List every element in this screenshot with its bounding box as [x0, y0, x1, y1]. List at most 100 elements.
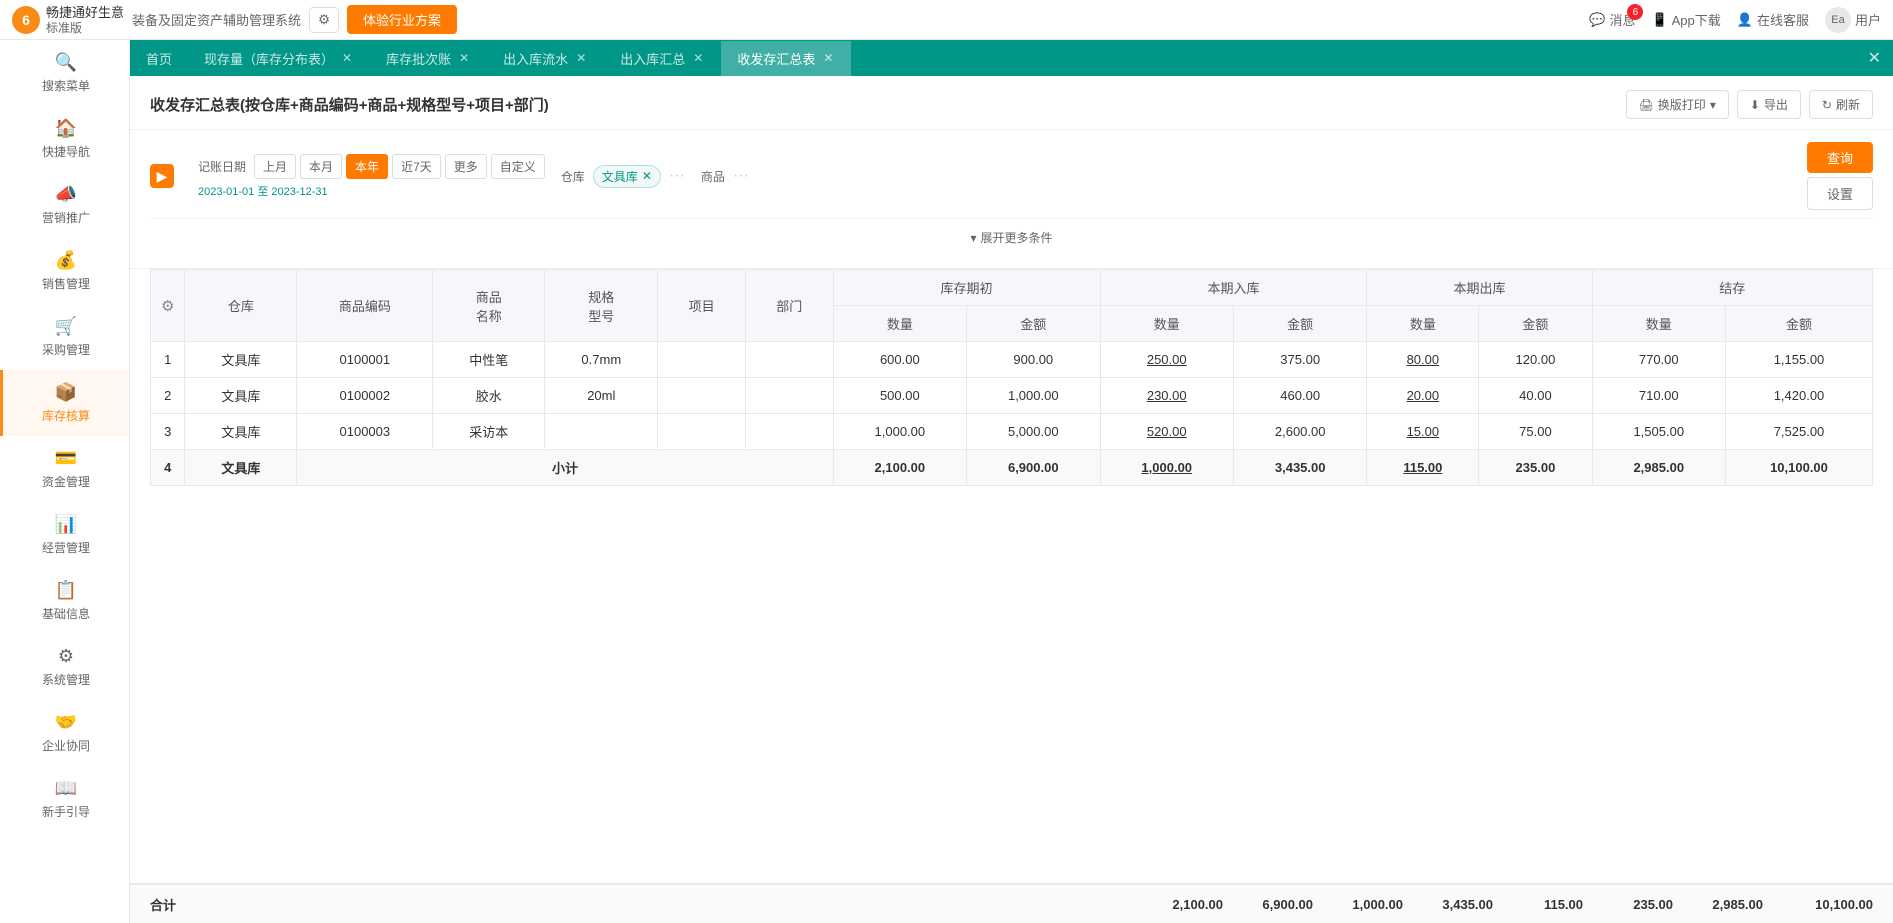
date-range-display: 2023-01-01 至 2023-12-31 [198, 183, 545, 199]
sidebar-item-system[interactable]: ⚙ 系统管理 [0, 634, 129, 700]
th-goods-name: 商品名称 [433, 270, 545, 342]
subtotal-opening-qty: 2,100.00 [833, 450, 966, 486]
filter-area: ▶ 记账日期 上月 本月 本年 近7天 更多 自定义 [130, 130, 1893, 269]
sidebar-item-sales[interactable]: 💰 销售管理 [0, 238, 129, 304]
sidebar-label-guide: 新手引导 [42, 803, 90, 820]
system-settings-button[interactable]: ⚙ [309, 7, 339, 33]
page-header: 收发存汇总表(按仓库+商品编码+商品+规格型号+项目+部门) 🖨 换版打印 ▾ … [130, 76, 1893, 130]
query-button[interactable]: 查询 [1807, 142, 1873, 173]
row-department [745, 342, 833, 378]
tab-home[interactable]: 首页 [130, 41, 188, 76]
print-button[interactable]: 🖨 换版打印 ▾ [1626, 90, 1729, 119]
export-button[interactable]: ⬇ 导出 [1737, 90, 1801, 119]
tab-bar-close[interactable]: ✕ [1856, 48, 1893, 68]
date-btn-more[interactable]: 更多 [445, 154, 487, 179]
tab-recv-send-summary[interactable]: 收发存汇总表 ✕ [721, 41, 851, 76]
sidebar-item-basic[interactable]: 📋 基础信息 [0, 568, 129, 634]
row-closing-qty: 710.00 [1592, 378, 1725, 414]
message-badge: 6 [1627, 4, 1643, 20]
date-btn-7days[interactable]: 近7天 [392, 154, 441, 179]
setting-button[interactable]: 设置 [1807, 177, 1873, 210]
query-btn-group: 查询 设置 [1807, 142, 1873, 210]
tab-bar: 首页 现存量（库存分布表） ✕ 库存批次账 ✕ 出入库流水 ✕ 出入库汇总 ✕ … [130, 40, 1893, 76]
user-avatar-text: Ea [1831, 14, 1844, 26]
date-btn-last-month[interactable]: 上月 [254, 154, 296, 179]
row-in-qty[interactable]: 520.00 [1100, 414, 1233, 450]
tab-batch-ledger[interactable]: 库存批次账 ✕ [370, 41, 487, 76]
row-out-qty[interactable]: 15.00 [1367, 414, 1479, 450]
tab-recv-send-summary-label: 收发存汇总表 [737, 49, 815, 68]
tab-inventory-dist-close[interactable]: ✕ [340, 50, 354, 66]
row-out-qty[interactable]: 80.00 [1367, 342, 1479, 378]
row-warehouse: 文具库 [185, 342, 297, 378]
tab-inventory-dist[interactable]: 现存量（库存分布表） ✕ [188, 41, 370, 76]
tab-inout-summary-close[interactable]: ✕ [691, 50, 705, 66]
goods-more-dots[interactable]: ··· [733, 167, 749, 185]
row-goods-code: 0100003 [297, 414, 433, 450]
message-item[interactable]: 💬 消息 6 [1589, 10, 1635, 29]
warehouse-more-dots[interactable]: ··· [669, 167, 685, 185]
subtotal-in-qty[interactable]: 1,000.00 [1100, 450, 1233, 486]
refresh-button[interactable]: ↻ 刷新 [1809, 90, 1873, 119]
sidebar-label-search: 搜索菜单 [42, 77, 90, 94]
date-btn-custom[interactable]: 自定义 [491, 154, 545, 179]
tab-inout-summary[interactable]: 出入库汇总 ✕ [604, 41, 721, 76]
row-opening-qty: 1,000.00 [833, 414, 966, 450]
user-item[interactable]: Ea 用户 [1825, 7, 1881, 33]
row-num: 3 [151, 414, 185, 450]
sidebar-item-purchase[interactable]: 🛒 采购管理 [0, 304, 129, 370]
sidebar-label-marketing: 营销推广 [42, 209, 90, 226]
tab-batch-ledger-close[interactable]: ✕ [457, 50, 471, 66]
sidebar-item-cooperation[interactable]: 🤝 企业协同 [0, 700, 129, 766]
subtotal-closing-qty: 2,985.00 [1592, 450, 1725, 486]
sidebar-item-marketing[interactable]: 📣 营销推广 [0, 172, 129, 238]
row-closing-amt: 7,525.00 [1725, 414, 1872, 450]
sidebar-item-inventory[interactable]: 📦 库存核算 [0, 370, 129, 436]
th-group-closing: 结存 [1592, 270, 1872, 306]
table-settings-header[interactable]: ⚙ [151, 270, 185, 342]
date-filter-label: 记账日期 [198, 158, 246, 175]
th-in-amt: 金额 [1233, 306, 1366, 342]
sidebar-item-operation[interactable]: 📊 经营管理 [0, 502, 129, 568]
filter-toggle[interactable]: ▶ [150, 164, 174, 188]
filter-expand-label: 展开更多条件 [981, 229, 1053, 246]
topbar-left: 6 畅捷通好生意 标准版 装备及固定资产辅助管理系统 ⚙ 体验行业方案 [12, 2, 457, 37]
row-out-amt: 120.00 [1479, 342, 1592, 378]
sidebar-item-search[interactable]: 🔍 搜索菜单 [0, 40, 129, 106]
subtotal-row: 4 文具库 小计 2,100.00 6,900.00 1,000.00 3,43… [151, 450, 1873, 486]
chevron-down-icon: ▾ [970, 231, 976, 245]
th-group-in: 本期入库 [1100, 270, 1367, 306]
cooperation-icon: 🤝 [55, 712, 77, 733]
date-btn-this-year[interactable]: 本年 [346, 154, 388, 179]
th-closing-qty: 数量 [1592, 306, 1725, 342]
tab-inout-flow[interactable]: 出入库流水 ✕ [487, 41, 604, 76]
topbar: 6 畅捷通好生意 标准版 装备及固定资产辅助管理系统 ⚙ 体验行业方案 💬 消息… [0, 0, 1893, 40]
row-in-qty[interactable]: 250.00 [1100, 342, 1233, 378]
sidebar-label-sales: 销售管理 [42, 275, 90, 292]
operation-icon: 📊 [55, 514, 77, 535]
online-service-item[interactable]: 👤 在线客服 [1737, 10, 1809, 29]
footer-closing-qty: 2,985.00 [1693, 897, 1783, 912]
main-layout: 🔍 搜索菜单 🏠 快捷导航 📣 营销推广 💰 销售管理 🛒 采购管理 📦 库存核… [0, 40, 1893, 923]
search-icon: 🔍 [55, 52, 77, 73]
row-out-qty[interactable]: 20.00 [1367, 378, 1479, 414]
row-in-qty[interactable]: 230.00 [1100, 378, 1233, 414]
tab-inout-flow-close[interactable]: ✕ [574, 50, 588, 66]
app-download-item[interactable]: 📱 App下载 [1651, 10, 1720, 29]
finance-icon: 💳 [55, 448, 77, 469]
refresh-icon: ↻ [1822, 98, 1832, 112]
sidebar-item-finance[interactable]: 💳 资金管理 [0, 436, 129, 502]
online-service-icon: 👤 [1737, 12, 1753, 28]
industry-btn[interactable]: 体验行业方案 [347, 5, 457, 34]
warehouse-tag-close[interactable]: ✕ [642, 169, 652, 183]
subtotal-warehouse: 文具库 [185, 450, 297, 486]
subtotal-out-qty[interactable]: 115.00 [1367, 450, 1479, 486]
table-config-icon[interactable]: ⚙ [161, 298, 174, 315]
sidebar-item-quick-nav[interactable]: 🏠 快捷导航 [0, 106, 129, 172]
th-in-qty: 数量 [1100, 306, 1233, 342]
row-project [658, 414, 746, 450]
sidebar-item-guide[interactable]: 📖 新手引导 [0, 766, 129, 832]
tab-recv-send-summary-close[interactable]: ✕ [821, 50, 835, 66]
date-btn-this-month[interactable]: 本月 [300, 154, 342, 179]
filter-expand-btn[interactable]: ▾ 展开更多条件 [970, 225, 1052, 250]
